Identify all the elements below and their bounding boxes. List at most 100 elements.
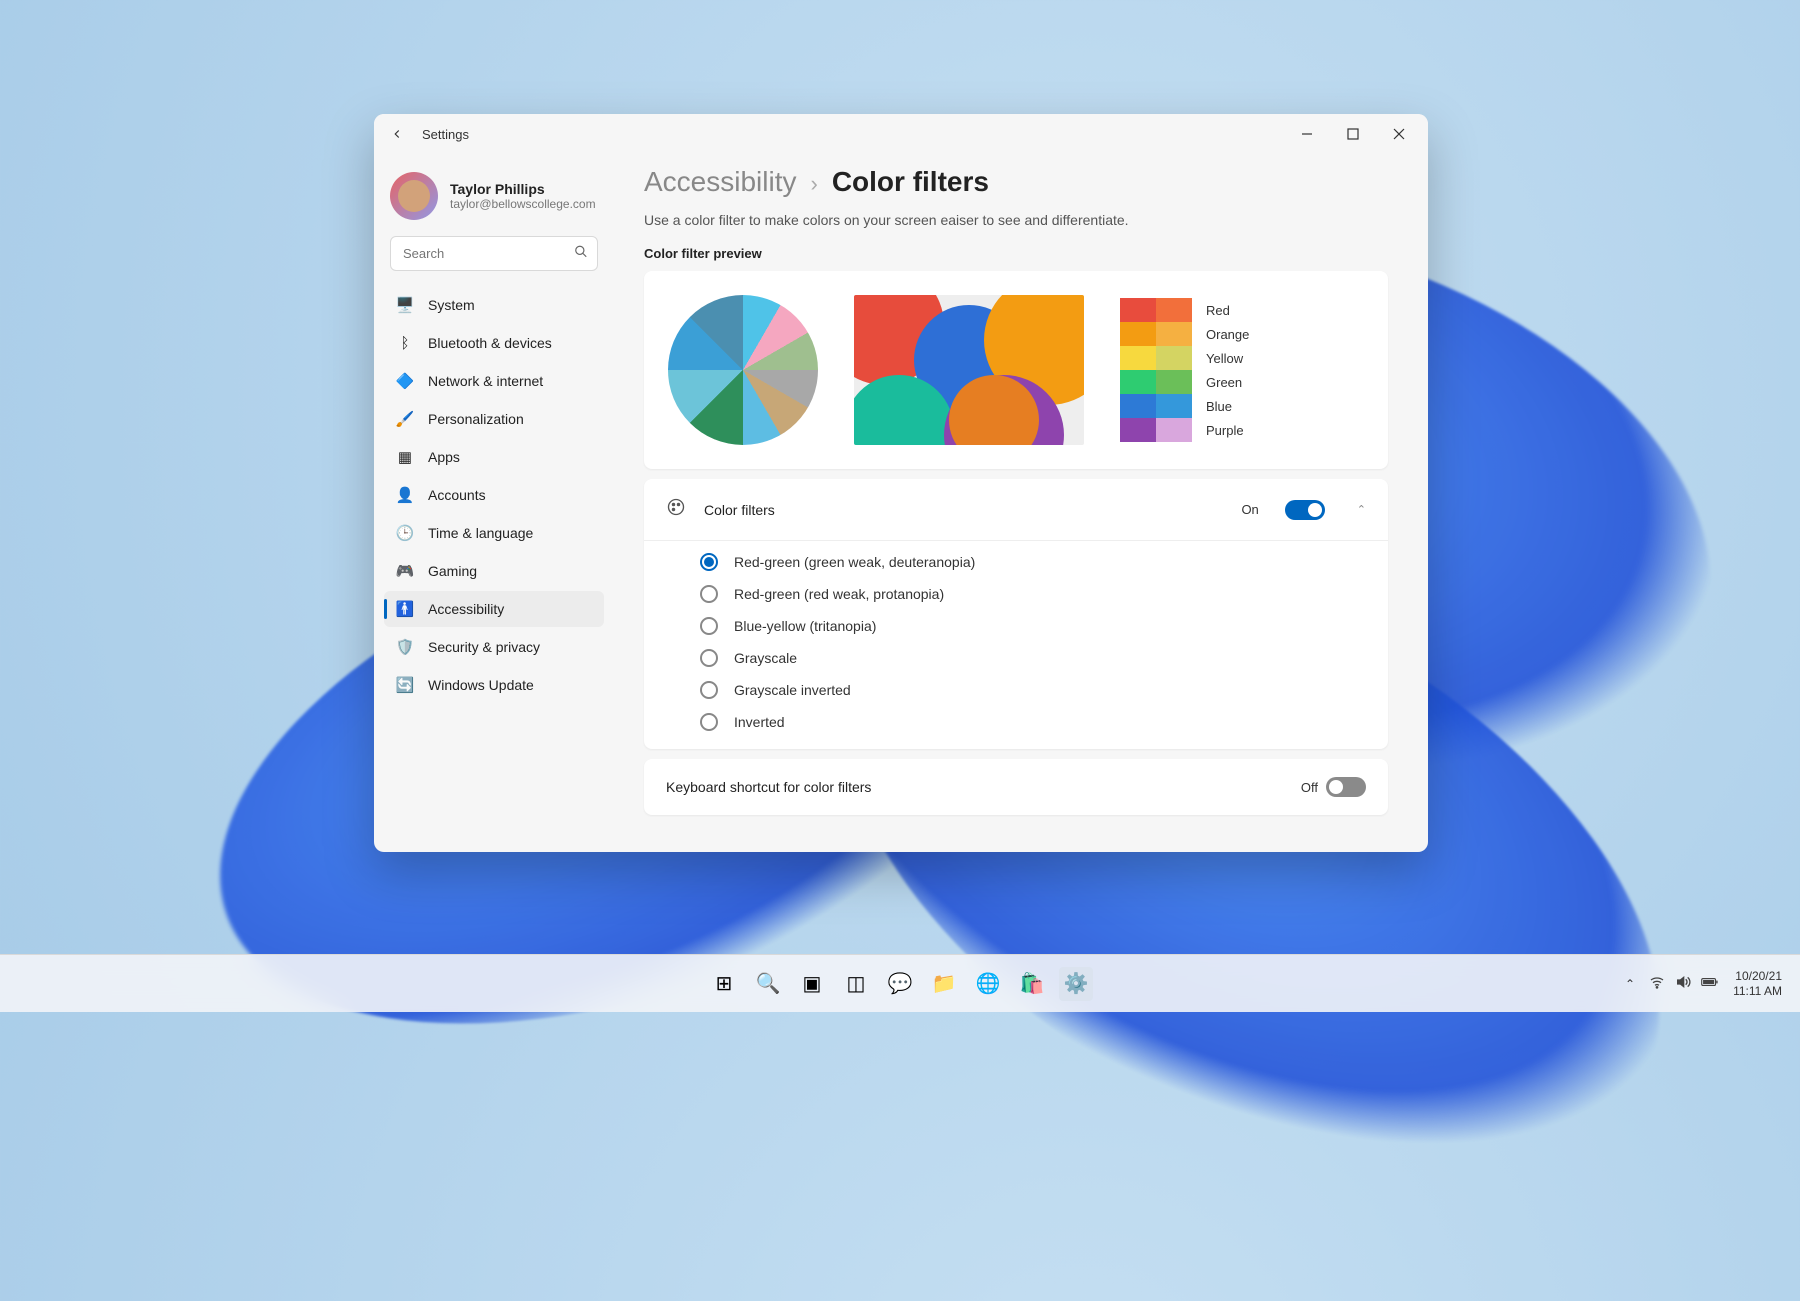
- sidebar-item-bluetooth-devices[interactable]: ᛒ Bluetooth & devices: [384, 325, 604, 361]
- color-filters-state-label: On: [1241, 502, 1258, 517]
- titlebar: Settings: [374, 114, 1428, 154]
- keyboard-shortcut-toggle[interactable]: [1326, 777, 1366, 797]
- radio-icon: [700, 649, 718, 667]
- back-button[interactable]: [386, 123, 408, 145]
- nav-icon: 🛡️: [396, 638, 414, 656]
- sidebar-item-label: Apps: [428, 449, 460, 465]
- color-filter-option[interactable]: Red-green (green weak, deuteranopia): [700, 553, 1366, 571]
- keyboard-shortcut-title: Keyboard shortcut for color filters: [666, 779, 1301, 795]
- radio-icon: [700, 713, 718, 731]
- palette-swatch: [1156, 298, 1192, 322]
- wifi-icon[interactable]: [1649, 974, 1665, 993]
- radio-label: Red-green (red weak, protanopia): [734, 586, 944, 602]
- palette-swatch: [1120, 298, 1156, 322]
- nav-icon: 🕒: [396, 524, 414, 542]
- color-filters-title: Color filters: [704, 502, 1223, 518]
- sidebar-item-label: System: [428, 297, 475, 313]
- sidebar-item-label: Personalization: [428, 411, 524, 427]
- sidebar-item-label: Time & language: [428, 525, 533, 541]
- sidebar-item-label: Accessibility: [428, 601, 504, 617]
- palette-swatch: [1120, 394, 1156, 418]
- nav-icon: ▦: [396, 448, 414, 466]
- preview-color-palette: RedOrangeYellowGreenBluePurple: [1120, 298, 1249, 442]
- sidebar-item-time-language[interactable]: 🕒 Time & language: [384, 515, 604, 551]
- palette-swatch: [1120, 322, 1156, 346]
- sidebar-item-apps[interactable]: ▦ Apps: [384, 439, 604, 475]
- palette-swatch: [1120, 418, 1156, 442]
- taskbar-chat-icon[interactable]: 💬: [883, 967, 917, 1001]
- taskbar-task-view-icon[interactable]: ▣: [795, 967, 829, 1001]
- search-input[interactable]: [390, 236, 598, 271]
- taskbar-store-icon[interactable]: 🛍️: [1015, 967, 1049, 1001]
- color-filter-option[interactable]: Grayscale inverted: [700, 681, 1366, 699]
- nav-list: 🖥️ Systemᛒ Bluetooth & devices🔷 Network …: [384, 287, 604, 703]
- radio-icon: [700, 553, 718, 571]
- taskbar: ⊞ 🔍 ▣ ◫ 💬 📁 🌐 🛍️ ⚙️ ⌃ 10/20/21 11:11 AM: [0, 954, 1800, 1012]
- palette-swatch: [1120, 370, 1156, 394]
- preview-label: Color filter preview: [644, 246, 1388, 261]
- sidebar: Taylor Phillips taylor@bellowscollege.co…: [374, 154, 614, 852]
- color-filter-option[interactable]: Red-green (red weak, protanopia): [700, 585, 1366, 603]
- keyboard-shortcut-card[interactable]: Keyboard shortcut for color filters Off: [644, 759, 1388, 815]
- palette-label: Red: [1206, 303, 1249, 318]
- breadcrumb-parent[interactable]: Accessibility: [644, 166, 796, 198]
- chevron-up-icon: ⌃: [1357, 503, 1366, 516]
- minimize-button[interactable]: [1284, 114, 1330, 154]
- sidebar-item-security-privacy[interactable]: 🛡️ Security & privacy: [384, 629, 604, 665]
- search-box: [390, 236, 598, 271]
- palette-icon: [666, 497, 686, 522]
- palette-label: Purple: [1206, 423, 1249, 438]
- nav-icon: 🔄: [396, 676, 414, 694]
- profile-name: Taylor Phillips: [450, 181, 596, 197]
- profile-block[interactable]: Taylor Phillips taylor@bellowscollege.co…: [384, 168, 604, 232]
- profile-email: taylor@bellowscollege.com: [450, 197, 596, 211]
- sidebar-item-label: Gaming: [428, 563, 477, 579]
- radio-icon: [700, 617, 718, 635]
- palette-label: Orange: [1206, 327, 1249, 342]
- taskbar-settings-icon[interactable]: ⚙️: [1059, 967, 1093, 1001]
- taskbar-edge-icon[interactable]: 🌐: [971, 967, 1005, 1001]
- palette-swatch: [1156, 370, 1192, 394]
- palette-grid: [1120, 298, 1192, 442]
- radio-label: Grayscale inverted: [734, 682, 851, 698]
- radio-label: Blue-yellow (tritanopia): [734, 618, 876, 634]
- sidebar-item-label: Network & internet: [428, 373, 543, 389]
- sidebar-item-gaming[interactable]: 🎮 Gaming: [384, 553, 604, 589]
- palette-label: Blue: [1206, 399, 1249, 414]
- chevron-right-icon: ›: [810, 171, 817, 197]
- sidebar-item-accounts[interactable]: 👤 Accounts: [384, 477, 604, 513]
- sidebar-item-network-internet[interactable]: 🔷 Network & internet: [384, 363, 604, 399]
- maximize-button[interactable]: [1330, 114, 1376, 154]
- sidebar-item-windows-update[interactable]: 🔄 Windows Update: [384, 667, 604, 703]
- nav-icon: 🖥️: [396, 296, 414, 314]
- search-icon: [574, 244, 588, 263]
- color-filter-option[interactable]: Blue-yellow (tritanopia): [700, 617, 1366, 635]
- preview-photo: [854, 295, 1084, 445]
- close-button[interactable]: [1376, 114, 1422, 154]
- battery-icon[interactable]: [1701, 974, 1719, 993]
- taskbar-clock[interactable]: 10/20/21 11:11 AM: [1733, 969, 1782, 999]
- sidebar-item-label: Bluetooth & devices: [428, 335, 552, 351]
- color-filters-card: Color filters On ⌃ Red-green (green weak…: [644, 479, 1388, 749]
- nav-icon: 🎮: [396, 562, 414, 580]
- tray-overflow-icon[interactable]: ⌃: [1625, 977, 1635, 991]
- color-filter-option[interactable]: Inverted: [700, 713, 1366, 731]
- color-filters-row[interactable]: Color filters On ⌃: [644, 479, 1388, 540]
- taskbar-search-icon[interactable]: 🔍: [751, 967, 785, 1001]
- radio-label: Red-green (green weak, deuteranopia): [734, 554, 975, 570]
- keyboard-shortcut-state-label: Off: [1301, 780, 1318, 795]
- taskbar-start-icon[interactable]: ⊞: [707, 967, 741, 1001]
- color-filters-toggle[interactable]: [1285, 500, 1325, 520]
- sidebar-item-label: Windows Update: [428, 677, 534, 693]
- sidebar-item-personalization[interactable]: 🖌️ Personalization: [384, 401, 604, 437]
- palette-label: Yellow: [1206, 351, 1249, 366]
- taskbar-center: ⊞ 🔍 ▣ ◫ 💬 📁 🌐 🛍️ ⚙️: [707, 967, 1093, 1001]
- volume-icon[interactable]: [1675, 974, 1691, 993]
- sidebar-item-accessibility[interactable]: 🚹 Accessibility: [384, 591, 604, 627]
- avatar: [390, 172, 438, 220]
- color-filter-option[interactable]: Grayscale: [700, 649, 1366, 667]
- sidebar-item-system[interactable]: 🖥️ System: [384, 287, 604, 323]
- tray-date: 10/20/21: [1733, 969, 1782, 984]
- taskbar-widgets-icon[interactable]: ◫: [839, 967, 873, 1001]
- taskbar-file-explorer-icon[interactable]: 📁: [927, 967, 961, 1001]
